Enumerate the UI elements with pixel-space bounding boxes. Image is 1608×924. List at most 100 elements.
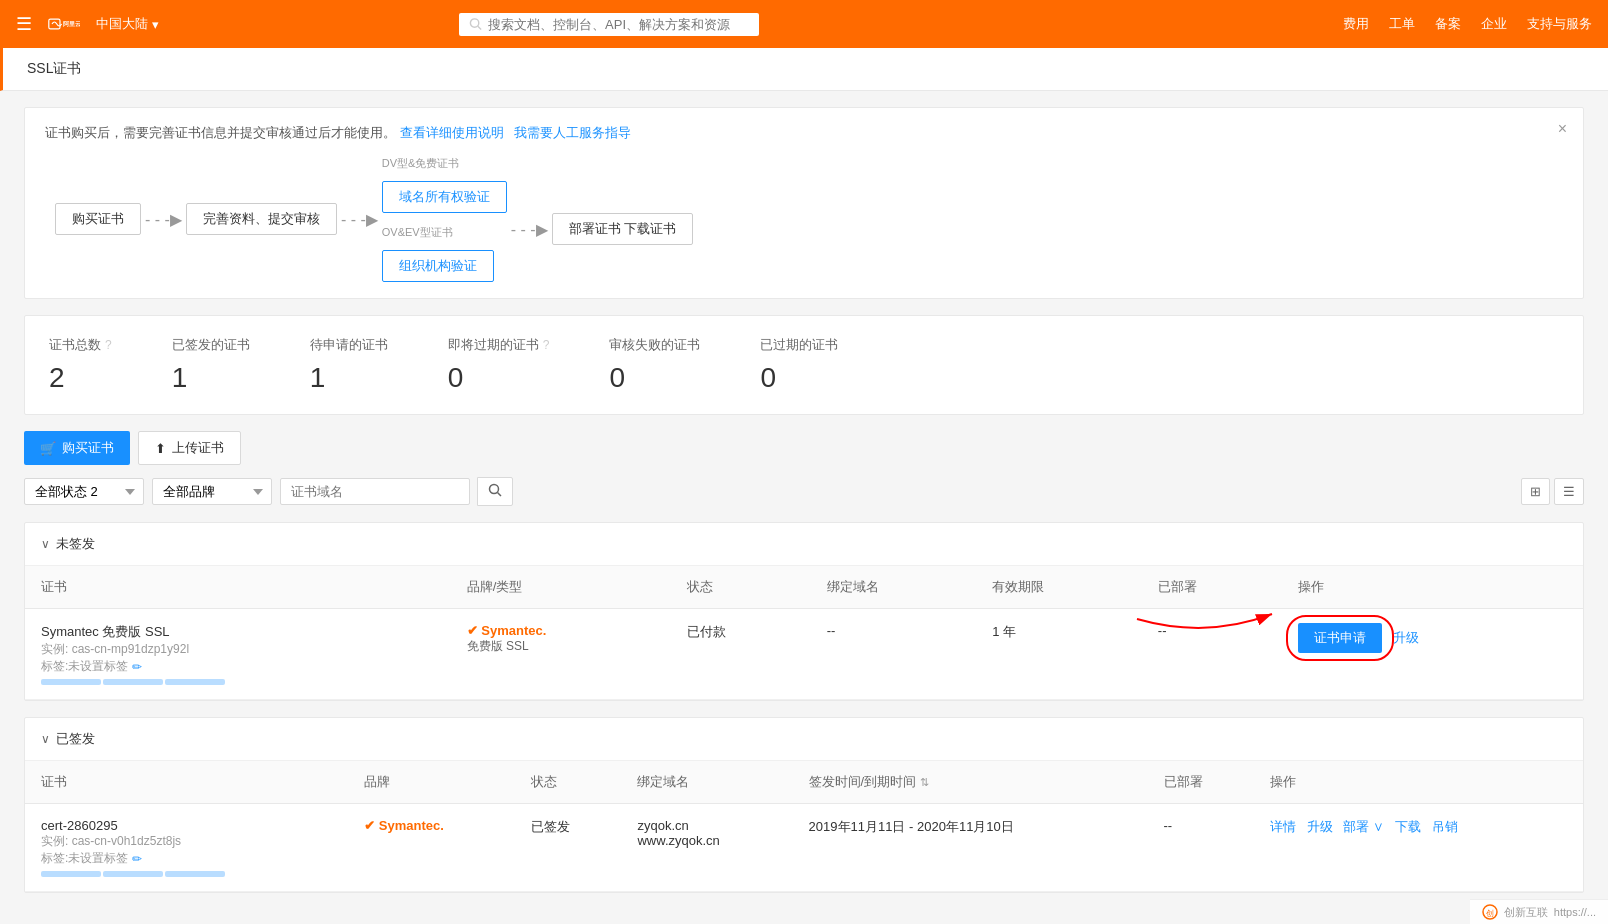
signed-table: 证书 品牌 状态 绑定域名 签发时间/到期时间 ⇅ 已部署 操作 xyxy=(25,761,1583,892)
close-icon[interactable]: × xyxy=(1558,120,1567,138)
status-value-s: 已签发 xyxy=(531,819,570,834)
validity-cell: 1 年 xyxy=(976,609,1142,700)
status-value: 已付款 xyxy=(687,624,726,639)
col-brand-s: 品牌 xyxy=(348,761,515,804)
action-cell-s: 详情 升级 部署 ∨ 下载 吊销 xyxy=(1254,804,1583,892)
col-cert: 证书 xyxy=(25,566,451,609)
top-nav: ☰ 阿里云 中国大陆 ▾ 费用 工单 备案 企业 支持与服务 xyxy=(0,0,1608,48)
svg-text:创: 创 xyxy=(1486,909,1494,918)
deployed-cell: -- xyxy=(1142,609,1282,700)
upload-cert-button[interactable]: ⬆ 上传证书 xyxy=(138,431,241,465)
hamburger-icon[interactable]: ☰ xyxy=(16,13,32,35)
upgrade-link-s[interactable]: 升级 xyxy=(1307,819,1333,834)
validity-cell-s: 2019年11月11日 - 2020年11月10日 xyxy=(793,804,1148,892)
search-button[interactable] xyxy=(477,477,513,506)
flow-step-buy: 购买证书 xyxy=(55,203,141,235)
unsigned-section: ∨ 未签发 证书 品牌/类型 状态 绑定域名 有效期限 已部署 操作 xyxy=(24,522,1584,701)
stat-expiring-help[interactable]: ? xyxy=(543,338,550,352)
grid-view-button[interactable]: ⊞ xyxy=(1521,478,1550,505)
cert-name-filter[interactable] xyxy=(280,478,470,505)
domain-cell-s: zyqok.cn www.zyqok.cn xyxy=(621,804,792,892)
cert-apply-button[interactable]: 证书申请 xyxy=(1298,623,1382,653)
col-validity-s: 签发时间/到期时间 ⇅ xyxy=(793,761,1148,804)
chevron-down-icon-2: ∨ xyxy=(41,732,50,746)
page: SSL证书 × 证书购买后，需要完善证书信息并提交审核通过后才能使用。 查看详细… xyxy=(0,48,1608,924)
signed-section-header[interactable]: ∨ 已签发 xyxy=(25,718,1583,761)
nav-fees[interactable]: 费用 xyxy=(1343,15,1369,33)
deploy-link[interactable]: 部署 ∨ xyxy=(1343,819,1387,834)
download-link[interactable]: 下载 xyxy=(1395,819,1421,834)
info-banner: × 证书购买后，需要完善证书信息并提交审核通过后才能使用。 查看详细使用说明 我… xyxy=(24,107,1584,299)
region-selector[interactable]: 中国大陆 ▾ xyxy=(96,15,159,33)
flow-branch-label-dv: DV型&免费证书 xyxy=(382,156,460,171)
watermark-icon: 创 xyxy=(1482,904,1498,920)
cart-icon: 🛒 xyxy=(40,441,56,456)
upload-icon: ⬆ xyxy=(155,441,166,456)
brand-checkmark-s: ✔ Symantec. xyxy=(364,818,444,833)
detail-link[interactable]: 详情 xyxy=(1270,819,1296,834)
unsigned-section-header[interactable]: ∨ 未签发 xyxy=(25,523,1583,566)
brand-type-label: 免费版 SSL xyxy=(467,638,529,655)
cert-example: 实例: cas-cn-mp91dzp1y92l xyxy=(41,641,435,658)
brand-logo: ✔ Symantec. 免费版 SSL xyxy=(467,623,655,655)
info-detail-link[interactable]: 查看详细使用说明 xyxy=(400,125,504,140)
search-bar[interactable] xyxy=(459,13,759,36)
flow-step-deploy: 部署证书 下载证书 xyxy=(552,213,694,245)
sort-icon[interactable]: ⇅ xyxy=(920,776,929,788)
col-domain-s: 绑定域名 xyxy=(621,761,792,804)
svg-line-5 xyxy=(498,493,502,497)
brand-cell-s: ✔ Symantec. xyxy=(348,804,515,892)
col-action: 操作 xyxy=(1282,566,1583,609)
flow-arrow-3: - - -▶ xyxy=(511,220,548,239)
domain-cell: -- xyxy=(811,609,977,700)
nav-enterprise[interactable]: 企业 xyxy=(1481,15,1507,33)
col-deployed-s: 已部署 xyxy=(1148,761,1254,804)
col-validity: 有效期限 xyxy=(976,566,1142,609)
brand-type-cell: ✔ Symantec. 免费版 SSL xyxy=(451,609,671,700)
flow-step-org: 组织机构验证 xyxy=(382,250,494,282)
flow-step-domain: 域名所有权验证 xyxy=(382,181,507,213)
edit-tag-link-s[interactable]: ✏ xyxy=(132,852,142,866)
col-brand-type: 品牌/类型 xyxy=(451,566,671,609)
filters: 全部状态 2未签发已签发已过期 全部品牌SymantecGeoTrust ⊞ ☰ xyxy=(24,477,1584,506)
tag-strip xyxy=(41,679,435,685)
signed-section: ∨ 已签发 证书 品牌 状态 绑定域名 签发时间/到期时间 ⇅ 已部署 xyxy=(24,717,1584,893)
cert-tag-set: 标签:未设置标签 ✏ xyxy=(41,658,435,675)
breadcrumb: SSL证书 xyxy=(0,48,1608,91)
buy-cert-button[interactable]: 🛒 购买证书 xyxy=(24,431,130,465)
chevron-down-icon: ∨ xyxy=(41,537,50,551)
stat-failed: 审核失败的证书 0 xyxy=(609,336,700,394)
nav-support[interactable]: 支持与服务 xyxy=(1527,15,1592,33)
svg-point-4 xyxy=(490,485,499,494)
stat-expired: 已过期的证书 0 xyxy=(760,336,838,394)
status-filter[interactable]: 全部状态 2未签发已签发已过期 xyxy=(24,478,144,505)
list-view-button[interactable]: ☰ xyxy=(1554,478,1584,505)
svg-text:阿里云: 阿里云 xyxy=(63,20,80,27)
action-bar: 🛒 购买证书 ⬆ 上传证书 xyxy=(24,431,1584,465)
flow-branch-label-ov: OV&EV型证书 xyxy=(382,225,453,240)
info-manual-link[interactable]: 我需要人工服务指导 xyxy=(514,125,631,140)
col-status-s: 状态 xyxy=(515,761,621,804)
stat-total-help[interactable]: ? xyxy=(105,338,112,352)
cert-info-cell-s: cert-2860295 实例: cas-cn-v0h1dz5zt8js 标签:… xyxy=(25,804,348,892)
nav-orders[interactable]: 工单 xyxy=(1389,15,1415,33)
brand-filter[interactable]: 全部品牌SymantecGeoTrust xyxy=(152,478,272,505)
table-row: cert-2860295 实例: cas-cn-v0h1dz5zt8js 标签:… xyxy=(25,804,1583,892)
nav-icp[interactable]: 备案 xyxy=(1435,15,1461,33)
edit-tag-link[interactable]: ✏ xyxy=(132,660,142,674)
revoke-link[interactable]: 吊销 xyxy=(1432,819,1458,834)
tag-strip-s xyxy=(41,871,332,877)
cert-tag-set-s: 标签:未设置标签 ✏ xyxy=(41,850,332,867)
info-banner-text: 证书购买后，需要完善证书信息并提交审核通过后才能使用。 查看详细使用说明 我需要… xyxy=(45,124,1563,142)
action-cell: 证书申请 升级 xyxy=(1282,609,1583,700)
flow-branch-group: DV型&免费证书 域名所有权验证 OV&EV型证书 组织机构验证 xyxy=(382,156,507,282)
search-icon xyxy=(488,483,502,497)
upgrade-link[interactable]: 升级 xyxy=(1393,630,1419,645)
watermark: 创 创新互联 https://... xyxy=(1470,899,1608,924)
search-input[interactable] xyxy=(488,17,749,32)
flow-arrow-2: - - -▶ xyxy=(341,210,378,229)
table-row: Symantec 免费版 SSL 实例: cas-cn-mp91dzp1y92l… xyxy=(25,609,1583,700)
cert-name: Symantec 免费版 SSL xyxy=(41,623,435,641)
stat-pending: 待申请的证书 1 xyxy=(310,336,388,394)
flow-arrow-1: - - -▶ xyxy=(145,210,182,229)
